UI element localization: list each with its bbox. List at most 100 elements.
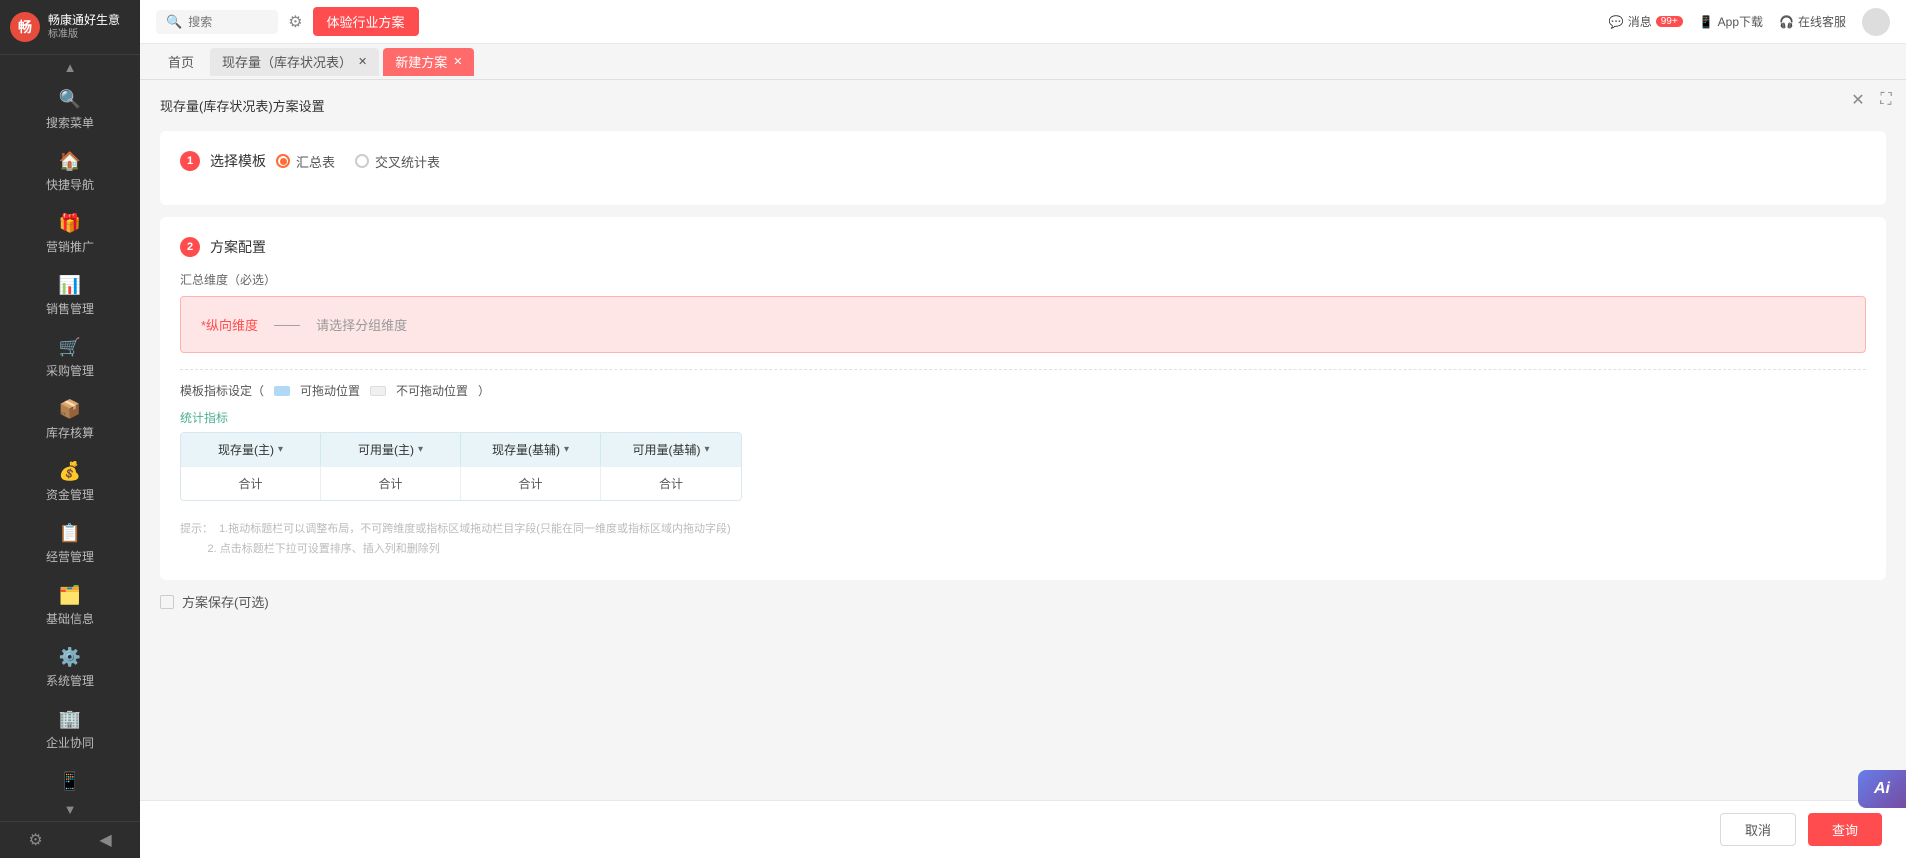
sidebar-item-label: 销售管理 bbox=[46, 300, 94, 317]
sidebar-item-quick-nav[interactable]: 🏠 快捷导航 bbox=[0, 141, 140, 203]
dimension-section-label: 汇总维度（必选） bbox=[180, 271, 1866, 288]
logo-text: 畅康通好生意 标准版 bbox=[48, 13, 120, 42]
expand-panel-button[interactable]: ⛶ bbox=[1874, 88, 1898, 112]
template-radio-group: 汇总表 交叉统计表 bbox=[276, 152, 440, 171]
tab-new-scheme[interactable]: 新建方案 ✕ bbox=[383, 48, 474, 76]
close-panel-button[interactable]: ✕ bbox=[1846, 88, 1870, 112]
th-available-main-chevron[interactable]: ▾ bbox=[418, 444, 423, 455]
radio-cross-table[interactable]: 交叉统计表 bbox=[355, 152, 440, 171]
section1-header: 1 选择模板 汇总表 交叉统计表 bbox=[180, 151, 1866, 171]
th-current-main[interactable]: 现存量(主) ▾ bbox=[181, 433, 321, 466]
sidebar-item-label: 营销推广 bbox=[46, 238, 94, 255]
sidebar-item-marketing[interactable]: 🎁 营销推广 bbox=[0, 203, 140, 265]
enterprise-icon: 🏢 bbox=[59, 709, 81, 730]
app-download-label: App下载 bbox=[1718, 13, 1763, 30]
tab-inventory-status[interactable]: 现存量（库存状况表） ✕ bbox=[210, 48, 379, 76]
step1-badge: 1 bbox=[180, 151, 200, 171]
sidebar: 畅 畅康通好生意 标准版 ▲ 🔍 搜索菜单 🏠 快捷导航 🎁 营销推广 📊 销售… bbox=[0, 0, 140, 858]
topbar: 🔍 ⚙ 体验行业方案 💬 消息 99+ 📱 App下载 🎧 在线客服 bbox=[140, 0, 1906, 44]
indicator-settings-label: 模板指标设定（ bbox=[180, 382, 264, 399]
th-current-aux-chevron[interactable]: ▾ bbox=[564, 444, 569, 455]
th-available-aux-chevron[interactable]: ▾ bbox=[704, 444, 709, 455]
th-current-main-label: 现存量(主) bbox=[218, 441, 274, 458]
radio-cross-label: 交叉统计表 bbox=[375, 152, 440, 171]
hints-section: 提示： 1.拖动标题栏可以调整布局，不可跨维度或指标区域拖动栏目字段(只能在同一… bbox=[180, 520, 1866, 556]
sidebar-item-purchase[interactable]: 🛒 采购管理 bbox=[0, 327, 140, 389]
sidebar-item-guide[interactable]: 📱 新手引导 bbox=[0, 761, 140, 797]
settings-icon[interactable]: ⚙ bbox=[28, 830, 42, 850]
step2-title: 方案配置 bbox=[210, 237, 266, 257]
app-download-item[interactable]: 📱 App下载 bbox=[1699, 13, 1763, 30]
online-service-label: 在线客服 bbox=[1798, 13, 1846, 30]
th-available-aux-label: 可用量(基辅) bbox=[632, 441, 700, 458]
operations-icon: 📋 bbox=[59, 523, 81, 544]
indicator-settings-suffix: ） bbox=[478, 382, 490, 399]
th-available-aux[interactable]: 可用量(基辅) ▾ bbox=[601, 433, 741, 466]
draggable-label: 可拖动位置 bbox=[300, 382, 360, 399]
query-button[interactable]: 查询 bbox=[1808, 813, 1882, 846]
headset-icon: 🎧 bbox=[1779, 15, 1794, 29]
section2-header: 2 方案配置 bbox=[180, 237, 1866, 257]
sidebar-item-finance[interactable]: 💰 资金管理 bbox=[0, 451, 140, 513]
sidebar-bottom: ⚙ ◀ bbox=[0, 821, 140, 858]
non-draggable-label: 不可拖动位置 bbox=[396, 382, 468, 399]
sidebar-item-search-menu[interactable]: 🔍 搜索菜单 bbox=[0, 79, 140, 141]
th-current-main-chevron[interactable]: ▾ bbox=[278, 444, 283, 455]
table-body: 合计 合计 合计 合计 bbox=[181, 466, 741, 500]
tab-new-scheme-close-icon[interactable]: ✕ bbox=[453, 55, 462, 68]
system-icon: ⚙️ bbox=[59, 647, 81, 668]
guide-icon: 📱 bbox=[59, 771, 81, 792]
sidebar-item-inventory[interactable]: 📦 库存核算 bbox=[0, 389, 140, 451]
sidebar-item-label: 企业协同 bbox=[46, 734, 94, 751]
sidebar-item-enterprise[interactable]: 🏢 企业协同 bbox=[0, 699, 140, 761]
gear-icon[interactable]: ⚙ bbox=[288, 12, 302, 32]
sidebar-scroll-up[interactable]: ▲ bbox=[0, 55, 140, 79]
radio-cross-dot bbox=[355, 154, 369, 168]
cancel-button[interactable]: 取消 bbox=[1720, 813, 1796, 846]
divider1 bbox=[180, 369, 1866, 370]
messages-badge: 99+ bbox=[1656, 16, 1683, 27]
dimension-box[interactable]: *纵向维度 —— 请选择分组维度 bbox=[180, 296, 1866, 353]
experience-industry-button[interactable]: 体验行业方案 bbox=[313, 7, 419, 36]
save-scheme-section: 方案保存(可选) bbox=[160, 592, 1886, 611]
table-row-summary: 合计 合计 合计 合计 bbox=[181, 466, 741, 500]
radio-summary-table[interactable]: 汇总表 bbox=[276, 152, 335, 171]
sidebar-item-system[interactable]: ⚙️ 系统管理 bbox=[0, 637, 140, 699]
messages-item[interactable]: 💬 消息 99+ bbox=[1609, 13, 1683, 30]
hint-text-2: 2. 点击标题栏下拉可设置排序、插入列和删除列 bbox=[180, 540, 1866, 556]
purchase-icon: 🛒 bbox=[59, 337, 81, 358]
quick-nav-icon: 🏠 bbox=[59, 151, 81, 172]
sidebar-nav: 🔍 搜索菜单 🏠 快捷导航 🎁 营销推广 📊 销售管理 🛒 采购管理 📦 库存核… bbox=[0, 79, 140, 797]
sidebar-item-label: 采购管理 bbox=[46, 362, 94, 379]
sidebar-item-basic-info[interactable]: 🗂️ 基础信息 bbox=[0, 575, 140, 637]
tab-inventory-close-icon[interactable]: ✕ bbox=[358, 55, 367, 68]
topbar-search-box[interactable]: 🔍 bbox=[156, 10, 278, 34]
th-current-aux[interactable]: 现存量(基辅) ▾ bbox=[461, 433, 601, 466]
sidebar-item-operations[interactable]: 📋 经营管理 bbox=[0, 513, 140, 575]
user-avatar[interactable] bbox=[1862, 8, 1890, 36]
panel-controls: ✕ ⛶ bbox=[1846, 88, 1898, 112]
marketing-icon: 🎁 bbox=[59, 213, 81, 234]
sidebar-item-sales[interactable]: 📊 销售管理 bbox=[0, 265, 140, 327]
topbar-right: 💬 消息 99+ 📱 App下载 🎧 在线客服 bbox=[1609, 8, 1890, 36]
search-input[interactable] bbox=[188, 15, 268, 29]
tab-home[interactable]: 首页 bbox=[156, 48, 206, 76]
sidebar-item-label: 资金管理 bbox=[46, 486, 94, 503]
sidebar-item-label: 基础信息 bbox=[46, 610, 94, 627]
save-scheme-checkbox[interactable] bbox=[160, 595, 174, 609]
th-available-main[interactable]: 可用量(主) ▾ bbox=[321, 433, 461, 466]
online-service-item[interactable]: 🎧 在线客服 bbox=[1779, 13, 1846, 30]
sidebar-item-label: 搜索菜单 bbox=[46, 114, 94, 131]
search-menu-icon: 🔍 bbox=[59, 89, 81, 110]
sidebar-logo: 畅 畅康通好生意 标准版 bbox=[0, 0, 140, 55]
sidebar-item-label: 经营管理 bbox=[46, 548, 94, 565]
collapse-icon[interactable]: ◀ bbox=[99, 830, 111, 850]
td-available-aux-summary: 合计 bbox=[601, 467, 741, 500]
basic-info-icon: 🗂️ bbox=[59, 585, 81, 606]
sidebar-scroll-down[interactable]: ▼ bbox=[0, 797, 140, 821]
message-icon: 💬 bbox=[1609, 15, 1624, 29]
ai-float-button[interactable]: Ai bbox=[1858, 770, 1906, 808]
section-select-template: 1 选择模板 汇总表 交叉统计表 bbox=[160, 131, 1886, 205]
dimension-dash: —— bbox=[274, 317, 300, 332]
page-title: 现存量(库存状况表)方案设置 bbox=[160, 96, 1886, 115]
